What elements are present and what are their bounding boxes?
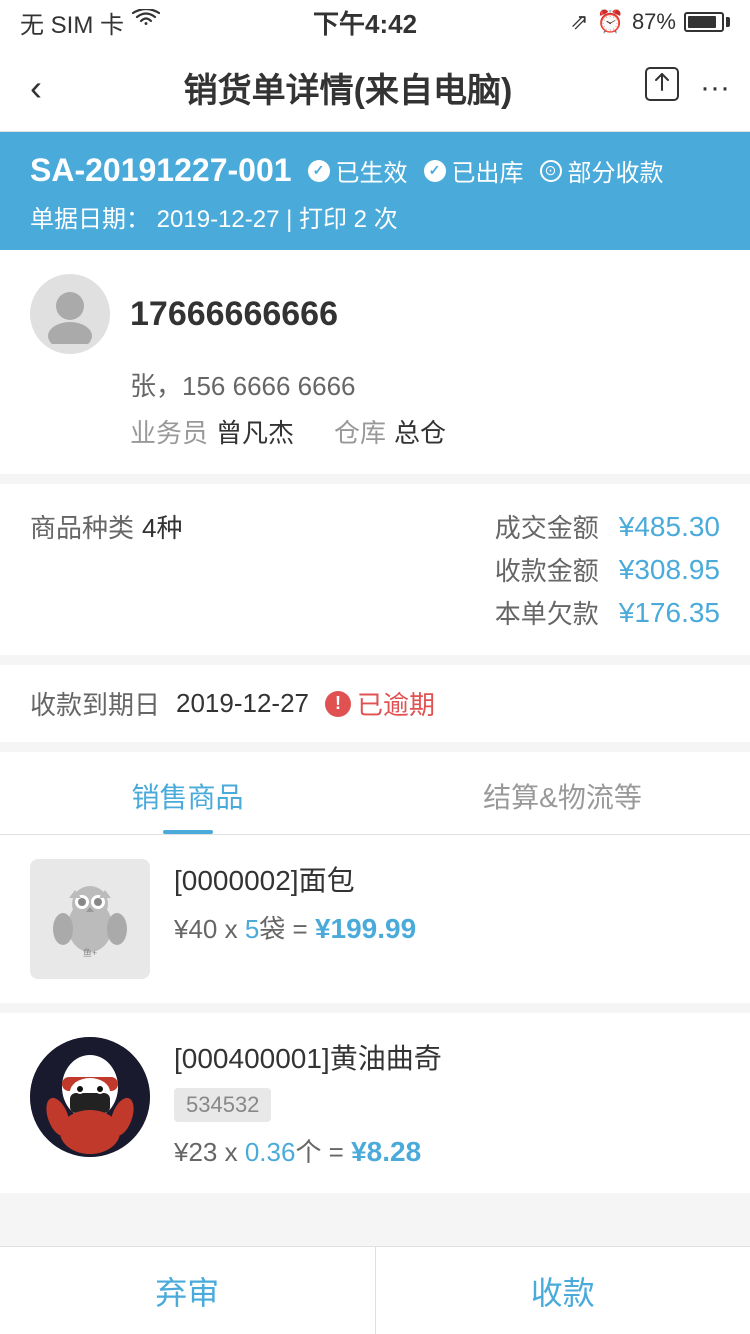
product-price-1: ¥40 x 5袋 = ¥199.99: [174, 909, 720, 946]
stats-left: 商品种类 4种: [30, 508, 182, 545]
cancel-button[interactable]: 弃审: [0, 1247, 376, 1334]
staff-label: 业务员: [130, 413, 208, 450]
received-value: ¥308.95: [619, 554, 720, 586]
order-id: SA-20191227-001: [30, 152, 292, 189]
qty-value-2: 0.36: [245, 1137, 296, 1167]
battery-percentage: 87%: [632, 9, 676, 35]
warehouse-label: 仓库: [334, 413, 386, 450]
amount-label: 成交金额: [495, 508, 599, 545]
stats-section: 商品种类 4种 成交金额 ¥485.30 收款金额 ¥308.95 本单欠款 ¥…: [0, 484, 750, 655]
stats-received-row: 收款金额 ¥308.95: [495, 551, 720, 588]
staff-name: 曾凡杰: [216, 413, 294, 450]
product-badge-2: 534532: [174, 1088, 271, 1122]
customer-section: 17666666666 张，156 6666 6666 业务员 曾凡杰 仓库 总…: [0, 250, 750, 474]
due-date-value: 2019-12-27: [176, 688, 309, 719]
alarm-icon: ⏰: [597, 9, 624, 35]
product-name-2: [000400001]黄油曲奇: [174, 1037, 720, 1077]
status-shipped: ✓ 已出库: [424, 153, 524, 188]
location-icon: ⇗: [570, 9, 588, 35]
separator-1: =: [285, 914, 315, 944]
back-button[interactable]: ‹: [20, 57, 52, 119]
wifi-icon: [132, 8, 160, 36]
check-icon-1: ✓: [308, 160, 330, 182]
nav-bar: ‹ 销货单详情(来自电脑) ···: [0, 44, 750, 132]
due-section: 收款到期日 2019-12-27 ! 已逾期: [0, 665, 750, 742]
customer-id: 17666666666: [130, 295, 338, 334]
overdue-icon: !: [325, 691, 351, 717]
svg-text:鱼+: 鱼+: [83, 947, 97, 958]
category-value: 4种: [142, 508, 182, 545]
product-total-2: ¥8.28: [351, 1136, 421, 1167]
print-info: | 打印 2 次: [286, 206, 398, 233]
debt-value: ¥176.35: [619, 597, 720, 629]
status-partial: ⊙ 部分收款: [540, 153, 664, 188]
page-title: 销货单详情(来自电脑): [52, 63, 644, 112]
stats-debt-row: 本单欠款 ¥176.35: [495, 594, 720, 631]
list-item: [000400001]黄油曲奇 534532 ¥23 x 0.36个 = ¥8.…: [0, 1013, 750, 1193]
tab-settlement[interactable]: 结算&物流等: [375, 752, 750, 834]
price-text-1: ¥40 x: [174, 914, 245, 944]
product-thumb-1: 鱼+: [30, 859, 150, 979]
status-bar-time: 下午4:42: [313, 4, 417, 41]
product-list: 鱼+ [0000002]面包 ¥40 x 5袋 = ¥199.99: [0, 835, 750, 1193]
tab-sales-products[interactable]: 销售商品: [0, 752, 375, 834]
order-date-row: 单据日期： 2019-12-27 | 打印 2 次: [30, 199, 720, 234]
status-bar: 无 SIM 卡 下午4:42 ⇗ ⏰ 87%: [0, 0, 750, 44]
overdue-badge: ! 已逾期: [325, 685, 435, 722]
customer-row: 17666666666: [30, 274, 720, 354]
check-icon-2: ✓: [424, 160, 446, 182]
clock-icon: ⊙: [540, 160, 562, 182]
product-total-1: ¥199.99: [315, 913, 416, 944]
status-effective: ✓ 已生效: [308, 153, 408, 188]
battery-icon: [684, 12, 730, 32]
category-label: 商品种类: [30, 508, 134, 545]
product-thumb-2: [30, 1037, 150, 1157]
due-label: 收款到期日: [30, 685, 160, 722]
product-name-1: [0000002]面包: [174, 859, 720, 899]
price-text-2: ¥23 x: [174, 1137, 245, 1167]
tab-section: 销售商品 结算&物流等: [0, 752, 750, 835]
tab-underline: [163, 830, 213, 834]
stats-category: 商品种类 4种: [30, 508, 182, 545]
status-bar-left: 无 SIM 卡: [20, 5, 160, 40]
status-bar-right: ⇗ ⏰ 87%: [570, 9, 730, 35]
more-button[interactable]: ···: [700, 71, 730, 105]
product-price-2: ¥23 x 0.36个 = ¥8.28: [174, 1132, 720, 1169]
stats-right: 成交金额 ¥485.30 收款金额 ¥308.95 本单欠款 ¥176.35: [495, 508, 720, 631]
qty-value-1: 5: [245, 914, 259, 944]
qty-unit-1: 袋: [259, 914, 285, 944]
customer-detail: 张，156 6666 6666: [130, 366, 720, 403]
avatar: [30, 274, 110, 354]
product-info-1: [0000002]面包 ¥40 x 5袋 = ¥199.99: [174, 859, 720, 946]
date-label: 单据日期：: [30, 206, 150, 233]
list-item: 鱼+ [0000002]面包 ¥40 x 5袋 = ¥199.99: [0, 835, 750, 1003]
bottom-bar: 弃审 收款: [0, 1246, 750, 1334]
nav-actions: ···: [644, 66, 730, 110]
warehouse-name: 总仓: [394, 413, 446, 450]
order-banner: SA-20191227-001 ✓ 已生效 ✓ 已出库 ⊙ 部分收款 单据日期：…: [0, 132, 750, 250]
confirm-button[interactable]: 收款: [376, 1247, 750, 1334]
separator-2: =: [321, 1137, 351, 1167]
overdue-label: 已逾期: [357, 685, 435, 722]
carrier-label: 无 SIM 卡: [20, 5, 124, 40]
product-info-2: [000400001]黄油曲奇 534532 ¥23 x 0.36个 = ¥8.…: [174, 1037, 720, 1169]
share-button[interactable]: [644, 66, 680, 110]
stats-amount-row: 成交金额 ¥485.30: [495, 508, 720, 545]
customer-staff-row: 业务员 曾凡杰 仓库 总仓: [130, 413, 720, 450]
received-label: 收款金额: [495, 551, 599, 588]
qty-unit-2: 个: [295, 1137, 321, 1167]
amount-value: ¥485.30: [619, 511, 720, 543]
debt-label: 本单欠款: [495, 594, 599, 631]
order-id-row: SA-20191227-001 ✓ 已生效 ✓ 已出库 ⊙ 部分收款: [30, 152, 720, 189]
order-date: 2019-12-27: [157, 206, 280, 233]
